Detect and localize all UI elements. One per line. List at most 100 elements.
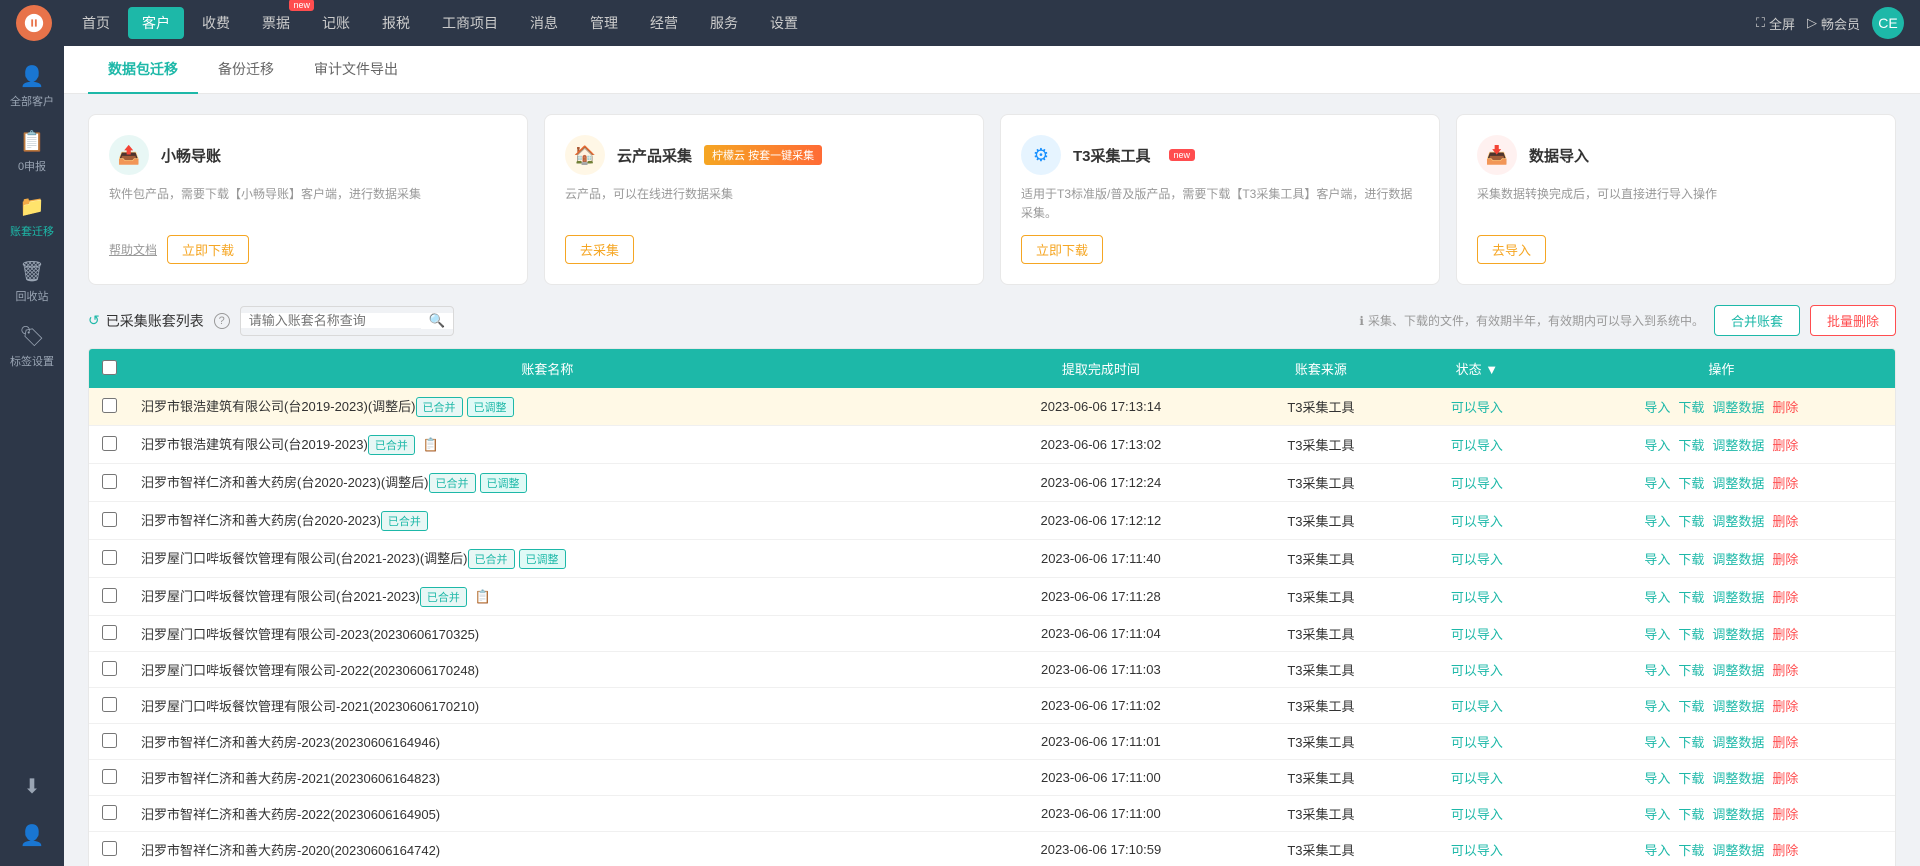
action-下载[interactable]: 下载 xyxy=(1678,843,1704,858)
row-checkbox[interactable] xyxy=(102,769,117,784)
action-调整数据[interactable]: 调整数据 xyxy=(1712,552,1764,567)
action-下载[interactable]: 下载 xyxy=(1678,627,1704,642)
action-导入[interactable]: 导入 xyxy=(1644,771,1670,786)
nav-operation[interactable]: 经营 xyxy=(636,7,692,39)
action-导入[interactable]: 导入 xyxy=(1644,400,1670,415)
action-下载[interactable]: 下载 xyxy=(1678,552,1704,567)
action-导入[interactable]: 导入 xyxy=(1644,663,1670,678)
nav-manage[interactable]: 管理 xyxy=(576,7,632,39)
select-all-checkbox[interactable] xyxy=(102,360,117,375)
action-导入[interactable]: 导入 xyxy=(1644,735,1670,750)
sidebar-item-all-customers[interactable]: 👤 全部客户 xyxy=(0,54,64,119)
row-checkbox[interactable] xyxy=(102,625,117,640)
action-调整数据[interactable]: 调整数据 xyxy=(1712,771,1764,786)
action-调整数据[interactable]: 调整数据 xyxy=(1712,807,1764,822)
action-下载[interactable]: 下载 xyxy=(1678,663,1704,678)
action-删除[interactable]: 删除 xyxy=(1772,438,1798,453)
th-status[interactable]: 状态 ▼ xyxy=(1406,349,1548,388)
row-checkbox[interactable] xyxy=(102,474,117,489)
fullscreen-button[interactable]: ⛶ 全屏 xyxy=(1756,14,1795,33)
refresh-icon[interactable]: ↺ xyxy=(88,312,100,329)
action-下载[interactable]: 下载 xyxy=(1678,807,1704,822)
row-checkbox[interactable] xyxy=(102,733,117,748)
member-button[interactable]: ▷ 畅会员 xyxy=(1807,14,1860,33)
action-调整数据[interactable]: 调整数据 xyxy=(1712,514,1764,529)
action-删除[interactable]: 删除 xyxy=(1772,735,1798,750)
action-调整数据[interactable]: 调整数据 xyxy=(1712,400,1764,415)
row-checkbox[interactable] xyxy=(102,588,117,603)
go-import-button[interactable]: 去导入 xyxy=(1477,235,1546,264)
row-checkbox[interactable] xyxy=(102,436,117,451)
download-now-button[interactable]: 立即下载 xyxy=(167,235,249,264)
action-调整数据[interactable]: 调整数据 xyxy=(1712,438,1764,453)
action-删除[interactable]: 删除 xyxy=(1772,771,1798,786)
action-删除[interactable]: 删除 xyxy=(1772,514,1798,529)
action-调整数据[interactable]: 调整数据 xyxy=(1712,843,1764,858)
batch-delete-button[interactable]: 批量删除 xyxy=(1810,305,1896,336)
sidebar-item-zero-report[interactable]: 📋 0申报 xyxy=(0,119,64,184)
action-下载[interactable]: 下载 xyxy=(1678,476,1704,491)
nav-service[interactable]: 服务 xyxy=(696,7,752,39)
row-checkbox[interactable] xyxy=(102,512,117,527)
nav-billing[interactable]: 收费 xyxy=(188,7,244,39)
nav-invoice[interactable]: 票据new xyxy=(248,7,304,39)
sidebar-item-user[interactable]: 👤 xyxy=(16,813,49,858)
merge-button[interactable]: 合并账套 xyxy=(1714,305,1800,336)
action-删除[interactable]: 删除 xyxy=(1772,476,1798,491)
sidebar-item-tag-settings[interactable]: 🏷 标签设置 xyxy=(0,314,64,379)
action-调整数据[interactable]: 调整数据 xyxy=(1712,627,1764,642)
nav-settings[interactable]: 设置 xyxy=(756,7,812,39)
t3-download-button[interactable]: 立即下载 xyxy=(1021,235,1103,264)
action-删除[interactable]: 删除 xyxy=(1772,590,1798,605)
action-导入[interactable]: 导入 xyxy=(1644,843,1670,858)
action-删除[interactable]: 删除 xyxy=(1772,552,1798,567)
avatar[interactable]: CE xyxy=(1872,7,1904,39)
nav-bookkeeping[interactable]: 记账 xyxy=(308,7,364,39)
row-checkbox[interactable] xyxy=(102,661,117,676)
tab-backup-migration[interactable]: 备份迁移 xyxy=(198,46,294,94)
row-checkbox[interactable] xyxy=(102,697,117,712)
action-删除[interactable]: 删除 xyxy=(1772,663,1798,678)
nav-business[interactable]: 工商项目 xyxy=(428,7,512,39)
action-导入[interactable]: 导入 xyxy=(1644,807,1670,822)
help-icon[interactable]: ? xyxy=(214,313,230,329)
action-导入[interactable]: 导入 xyxy=(1644,699,1670,714)
action-下载[interactable]: 下载 xyxy=(1678,590,1704,605)
action-导入[interactable]: 导入 xyxy=(1644,514,1670,529)
action-下载[interactable]: 下载 xyxy=(1678,400,1704,415)
action-下载[interactable]: 下载 xyxy=(1678,771,1704,786)
action-导入[interactable]: 导入 xyxy=(1644,590,1670,605)
sidebar-item-account-migration[interactable]: 📁 账套迁移 xyxy=(0,184,64,249)
sidebar-item-download[interactable]: ⬇ xyxy=(16,764,49,809)
row-checkbox[interactable] xyxy=(102,398,117,413)
action-调整数据[interactable]: 调整数据 xyxy=(1712,476,1764,491)
row-checkbox[interactable] xyxy=(102,805,117,820)
action-调整数据[interactable]: 调整数据 xyxy=(1712,699,1764,714)
action-删除[interactable]: 删除 xyxy=(1772,699,1798,714)
action-删除[interactable]: 删除 xyxy=(1772,843,1798,858)
sidebar-item-recycle[interactable]: 🗑 回收站 xyxy=(0,249,64,314)
nav-customer[interactable]: 客户 xyxy=(128,7,184,39)
action-导入[interactable]: 导入 xyxy=(1644,552,1670,567)
row-checkbox[interactable] xyxy=(102,550,117,565)
tab-data-migration[interactable]: 数据包迁移 xyxy=(88,46,198,94)
go-collect-button[interactable]: 去采集 xyxy=(565,235,634,264)
search-input[interactable] xyxy=(241,313,421,328)
action-导入[interactable]: 导入 xyxy=(1644,627,1670,642)
help-doc-link[interactable]: 帮助文档 xyxy=(109,241,157,258)
action-下载[interactable]: 下载 xyxy=(1678,514,1704,529)
action-调整数据[interactable]: 调整数据 xyxy=(1712,590,1764,605)
nav-home[interactable]: 首页 xyxy=(68,7,124,39)
action-导入[interactable]: 导入 xyxy=(1644,476,1670,491)
action-调整数据[interactable]: 调整数据 xyxy=(1712,735,1764,750)
row-checkbox[interactable] xyxy=(102,841,117,856)
action-下载[interactable]: 下载 xyxy=(1678,735,1704,750)
action-导入[interactable]: 导入 xyxy=(1644,438,1670,453)
search-button[interactable]: 🔍 xyxy=(421,313,454,329)
nav-tax[interactable]: 报税 xyxy=(368,7,424,39)
action-调整数据[interactable]: 调整数据 xyxy=(1712,663,1764,678)
action-下载[interactable]: 下载 xyxy=(1678,699,1704,714)
tab-audit-export[interactable]: 审计文件导出 xyxy=(294,46,418,94)
action-删除[interactable]: 删除 xyxy=(1772,400,1798,415)
action-删除[interactable]: 删除 xyxy=(1772,807,1798,822)
